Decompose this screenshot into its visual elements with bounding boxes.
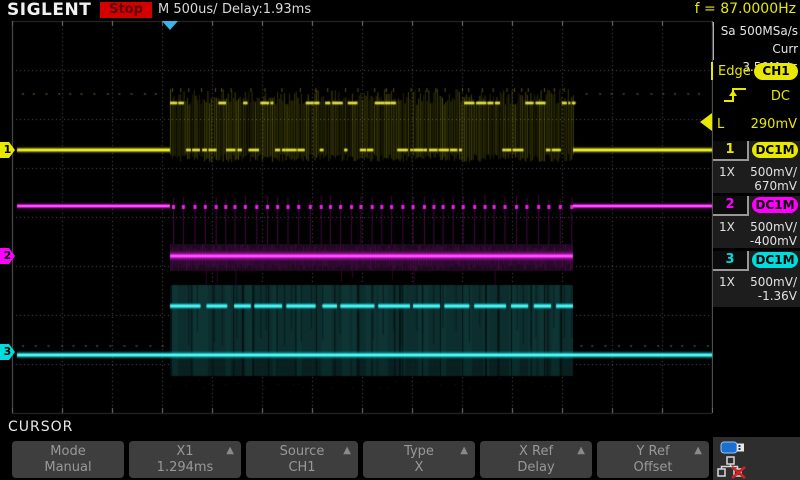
softkey-xref[interactable]: X Ref Delay ▲ [480,441,592,478]
softkey-label: Source [279,444,325,459]
up-arrow-icon: ▲ [577,445,585,456]
channel2-number: 2 [713,196,749,216]
softkey-label: Type [404,444,434,459]
channel1-scale: 500mV/ [750,165,797,179]
status-sidebar: Sa 500MSa/s Curr 3.50Mpts Edge CH1 DC L … [711,20,800,437]
timebase-readout: M 500us/ [158,2,218,17]
up-arrow-icon: ▲ [226,445,234,456]
softkey-yref[interactable]: Y Ref Offset ▲ [597,441,709,478]
softkey-x1[interactable]: X1 1.294ms ▲ [129,441,241,478]
channel2-offset: -400mV [749,234,797,248]
channel3-attenuation: 1X [719,275,735,289]
status-icon-panel [713,437,800,480]
up-arrow-icon: ▲ [343,445,351,456]
channel2-scale: 500mV/ [750,220,797,234]
run-state-button[interactable]: Stop [100,2,152,18]
channel3-offset: -1.36V [757,289,797,303]
softkey-label: X Ref [518,444,554,459]
sample-rate-readout: Sa 500MSa/s [720,24,798,38]
trigger-coupling-label: DC [770,89,790,104]
lan-disconnected-icon [717,456,747,480]
softkey-value: 1.294ms [156,460,214,475]
softkey-value: Offset [633,460,673,475]
softkey-mode[interactable]: Mode Manual [12,441,124,478]
softkey-value: X [414,460,424,475]
trigger-source-badge[interactable]: CH1 [754,63,798,80]
trigger-info: Edge CH1 DC L 290mV [711,62,800,138]
channel1-info-box[interactable]: 1 DC1M 1X 500mV/ 670mV [713,141,800,193]
frequency-readout: f = 87.0000Hz [694,1,796,17]
softkey-type[interactable]: Type X ▲ [363,441,475,478]
channel2-info-box[interactable]: 2 DC1M 1X 500mV/ -400mV [713,196,800,248]
menu-title: CURSOR [8,419,74,435]
rising-edge-icon [722,85,748,109]
channel1-number: 1 [713,141,749,161]
acquisition-info: Sa 500MSa/s Curr 3.50Mpts [713,22,800,74]
trigger-mode-label: Edge [718,64,751,79]
channel1-coupling-badge[interactable]: DC1M [752,142,798,158]
softkey-value: CH1 [288,460,316,475]
softkey-value: Delay [517,460,555,475]
channel2-coupling-badge[interactable]: DC1M [752,197,798,213]
channel3-scale: 500mV/ [750,275,797,289]
waveform-display [0,20,713,420]
channel1-offset: 670mV [754,179,797,193]
softkey-label: Mode [50,444,86,459]
delay-readout: Delay:1.93ms [222,2,312,17]
up-arrow-icon: ▲ [694,445,702,456]
trigger-level-label: L [717,117,725,132]
softkey-label: X1 [176,444,194,459]
softkey-source[interactable]: Source CH1 ▲ [246,441,358,478]
softkey-value: Manual [44,460,92,475]
brand-logo: SIGLENT [7,0,92,20]
oscilloscope-screen: SIGLENT Stop M 500us/ Delay:1.93ms f = 8… [0,0,800,480]
up-arrow-icon: ▲ [460,445,468,456]
trigger-level-value: 290mV [750,117,797,132]
softkey-label: Y Ref [636,444,670,459]
channel3-number: 3 [713,251,749,271]
channel2-attenuation: 1X [719,220,735,234]
channel3-coupling-badge[interactable]: DC1M [752,252,798,268]
channel1-attenuation: 1X [719,165,735,179]
channel3-info-box[interactable]: 3 DC1M 1X 500mV/ -1.36V [713,251,800,307]
